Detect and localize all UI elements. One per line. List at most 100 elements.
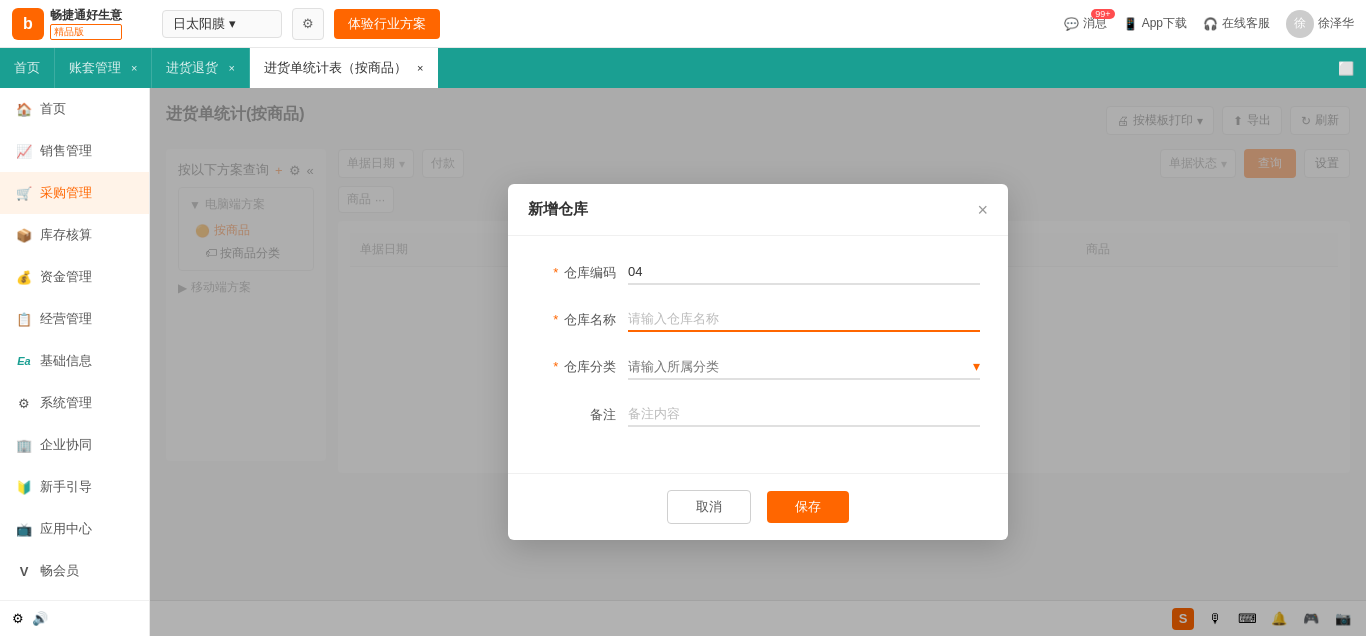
modal-title: 新增仓库	[528, 200, 588, 219]
sidebar-item-operations-label: 经营管理	[40, 310, 92, 328]
tab-purchase-stat-close[interactable]: ×	[417, 62, 423, 74]
store-selector[interactable]: 日太阳膜 ▾	[162, 10, 282, 38]
inventory-icon: 📦	[16, 227, 32, 243]
modal-footer: 取消 保存	[508, 473, 1008, 540]
tab-purchase-stat[interactable]: 进货单统计表（按商品） ×	[250, 48, 438, 88]
username: 徐泽华	[1318, 15, 1354, 32]
save-button[interactable]: 保存	[767, 491, 849, 523]
store-name: 日太阳膜	[173, 15, 225, 33]
sidebar-item-operations[interactable]: 📋 经营管理	[0, 298, 149, 340]
sidebar-item-sales-label: 销售管理	[40, 142, 92, 160]
sidebar-volume-icon[interactable]: 🔊	[32, 611, 48, 626]
home-icon: 🏠	[16, 101, 32, 117]
form-row-name: * 仓库名称	[536, 307, 980, 332]
topbar-right: 💬 消息 99+ 📱 App下载 🎧 在线客服 徐 徐泽华	[1064, 10, 1354, 38]
online-service-label: 在线客服	[1222, 15, 1270, 32]
sidebar-item-finance-label: 资金管理	[40, 268, 92, 286]
tabbar: 首页 账套管理 × 进货退货 × 进货单统计表（按商品） × ⬜	[0, 48, 1366, 88]
sidebar-item-appcenter[interactable]: 📺 应用中心	[0, 508, 149, 550]
online-service-nav[interactable]: 🎧 在线客服	[1203, 15, 1270, 32]
vip-icon: V	[16, 563, 32, 579]
phone-icon: 📱	[1123, 17, 1138, 31]
purchase-icon: 🛒	[16, 185, 32, 201]
form-row-note: 备注	[536, 402, 980, 427]
sidebar-item-enterprise-label: 企业协同	[40, 436, 92, 454]
basic-icon: Ea	[16, 353, 32, 369]
tab-purchase-stat-label: 进货单统计表（按商品）	[264, 59, 407, 77]
tab-account-label: 账套管理	[69, 59, 121, 77]
gear-icon: ⚙	[302, 16, 314, 31]
avatar: 徐	[1286, 10, 1314, 38]
message-icon: 💬	[1064, 17, 1079, 31]
sidebar-item-inventory[interactable]: 📦 库存核算	[0, 214, 149, 256]
modal-body: * 仓库编码 * 仓库名称	[508, 236, 1008, 473]
modal-backdrop: 新增仓库 × * 仓库编码	[150, 88, 1366, 636]
guide-icon: 🔰	[16, 479, 32, 495]
tab-purchase-return-close[interactable]: ×	[228, 62, 234, 74]
user-profile[interactable]: 徐 徐泽华	[1286, 10, 1354, 38]
main-layout: 🏠 首页 📈 销售管理 🛒 采购管理 📦 库存核算 💰 资金管理 📋 经营管理 …	[0, 88, 1366, 636]
tab-purchase-return[interactable]: 进货退货 ×	[152, 48, 249, 88]
content-area: 进货单统计(按商品) 🖨 按模板打印 ▾ ⬆ 导出 ↻ 刷新	[150, 88, 1366, 636]
messages-nav[interactable]: 💬 消息 99+	[1064, 15, 1107, 32]
enterprise-icon: 🏢	[16, 437, 32, 453]
warehouse-note-input[interactable]	[628, 402, 980, 427]
sidebar-item-vip-label: 畅会员	[40, 562, 79, 580]
headset-icon: 🎧	[1203, 17, 1218, 31]
app-download-nav[interactable]: 📱 App下载	[1123, 15, 1187, 32]
tab-account[interactable]: 账套管理 ×	[55, 48, 152, 88]
modal-close-button[interactable]: ×	[977, 201, 988, 219]
sidebar-item-vip[interactable]: V 畅会员	[0, 550, 149, 592]
sidebar: 🏠 首页 📈 销售管理 🛒 采购管理 📦 库存核算 💰 资金管理 📋 经营管理 …	[0, 88, 150, 636]
sidebar-settings-icon[interactable]: ⚙	[12, 611, 24, 626]
tab-purchase-return-label: 进货退货	[166, 59, 218, 77]
trial-button[interactable]: 体验行业方案	[334, 9, 440, 39]
category-dropdown-icon: ▾	[973, 358, 980, 374]
sidebar-item-finance[interactable]: 💰 资金管理	[0, 256, 149, 298]
sidebar-item-basic[interactable]: Ea 基础信息	[0, 340, 149, 382]
tab-home-label: 首页	[14, 59, 40, 77]
tab-home[interactable]: 首页	[0, 48, 55, 88]
sidebar-item-basic-label: 基础信息	[40, 352, 92, 370]
warehouse-code-input[interactable]	[628, 260, 980, 285]
expand-icon: ⬜	[1338, 61, 1354, 76]
category-select-wrapper[interactable]: ▾	[628, 354, 980, 380]
logo-text: 畅捷通好生意 精品版	[50, 7, 122, 40]
form-row-code: * 仓库编码	[536, 260, 980, 285]
system-icon: ⚙	[16, 395, 32, 411]
logo-icon: b	[12, 8, 44, 40]
cancel-button[interactable]: 取消	[667, 490, 751, 524]
finance-icon: 💰	[16, 269, 32, 285]
modal-header: 新增仓库 ×	[508, 184, 1008, 236]
note-label: 备注	[536, 406, 616, 424]
sidebar-item-enterprise[interactable]: 🏢 企业协同	[0, 424, 149, 466]
sidebar-item-system-label: 系统管理	[40, 394, 92, 412]
sidebar-item-guide[interactable]: 🔰 新手引导	[0, 466, 149, 508]
sidebar-item-purchase-label: 采购管理	[40, 184, 92, 202]
form-row-category: * 仓库分类 ▾	[536, 354, 980, 380]
sidebar-item-home-label: 首页	[40, 100, 66, 118]
sidebar-item-sales[interactable]: 📈 销售管理	[0, 130, 149, 172]
message-badge: 99+	[1091, 9, 1114, 19]
sidebar-item-guide-label: 新手引导	[40, 478, 92, 496]
warehouse-name-input[interactable]	[628, 307, 980, 332]
logo-area: b 畅捷通好生意 精品版	[12, 7, 152, 40]
code-label: * 仓库编码	[536, 264, 616, 282]
operations-icon: 📋	[16, 311, 32, 327]
warehouse-category-input[interactable]	[628, 359, 973, 374]
app-download-label: App下载	[1142, 15, 1187, 32]
sales-icon: 📈	[16, 143, 32, 159]
sidebar-item-appcenter-label: 应用中心	[40, 520, 92, 538]
chevron-down-icon: ▾	[229, 16, 236, 31]
category-label: * 仓库分类	[536, 358, 616, 376]
name-label: * 仓库名称	[536, 311, 616, 329]
sidebar-item-inventory-label: 库存核算	[40, 226, 92, 244]
sidebar-item-purchase[interactable]: 🛒 采购管理	[0, 172, 149, 214]
settings-button[interactable]: ⚙	[292, 8, 324, 40]
sidebar-bottom: ⚙ 🔊	[0, 600, 149, 636]
sidebar-item-home[interactable]: 🏠 首页	[0, 88, 149, 130]
sidebar-item-system[interactable]: ⚙ 系统管理	[0, 382, 149, 424]
appcenter-icon: 📺	[16, 521, 32, 537]
tab-account-close[interactable]: ×	[131, 62, 137, 74]
tab-expand-button[interactable]: ⬜	[1326, 48, 1366, 88]
